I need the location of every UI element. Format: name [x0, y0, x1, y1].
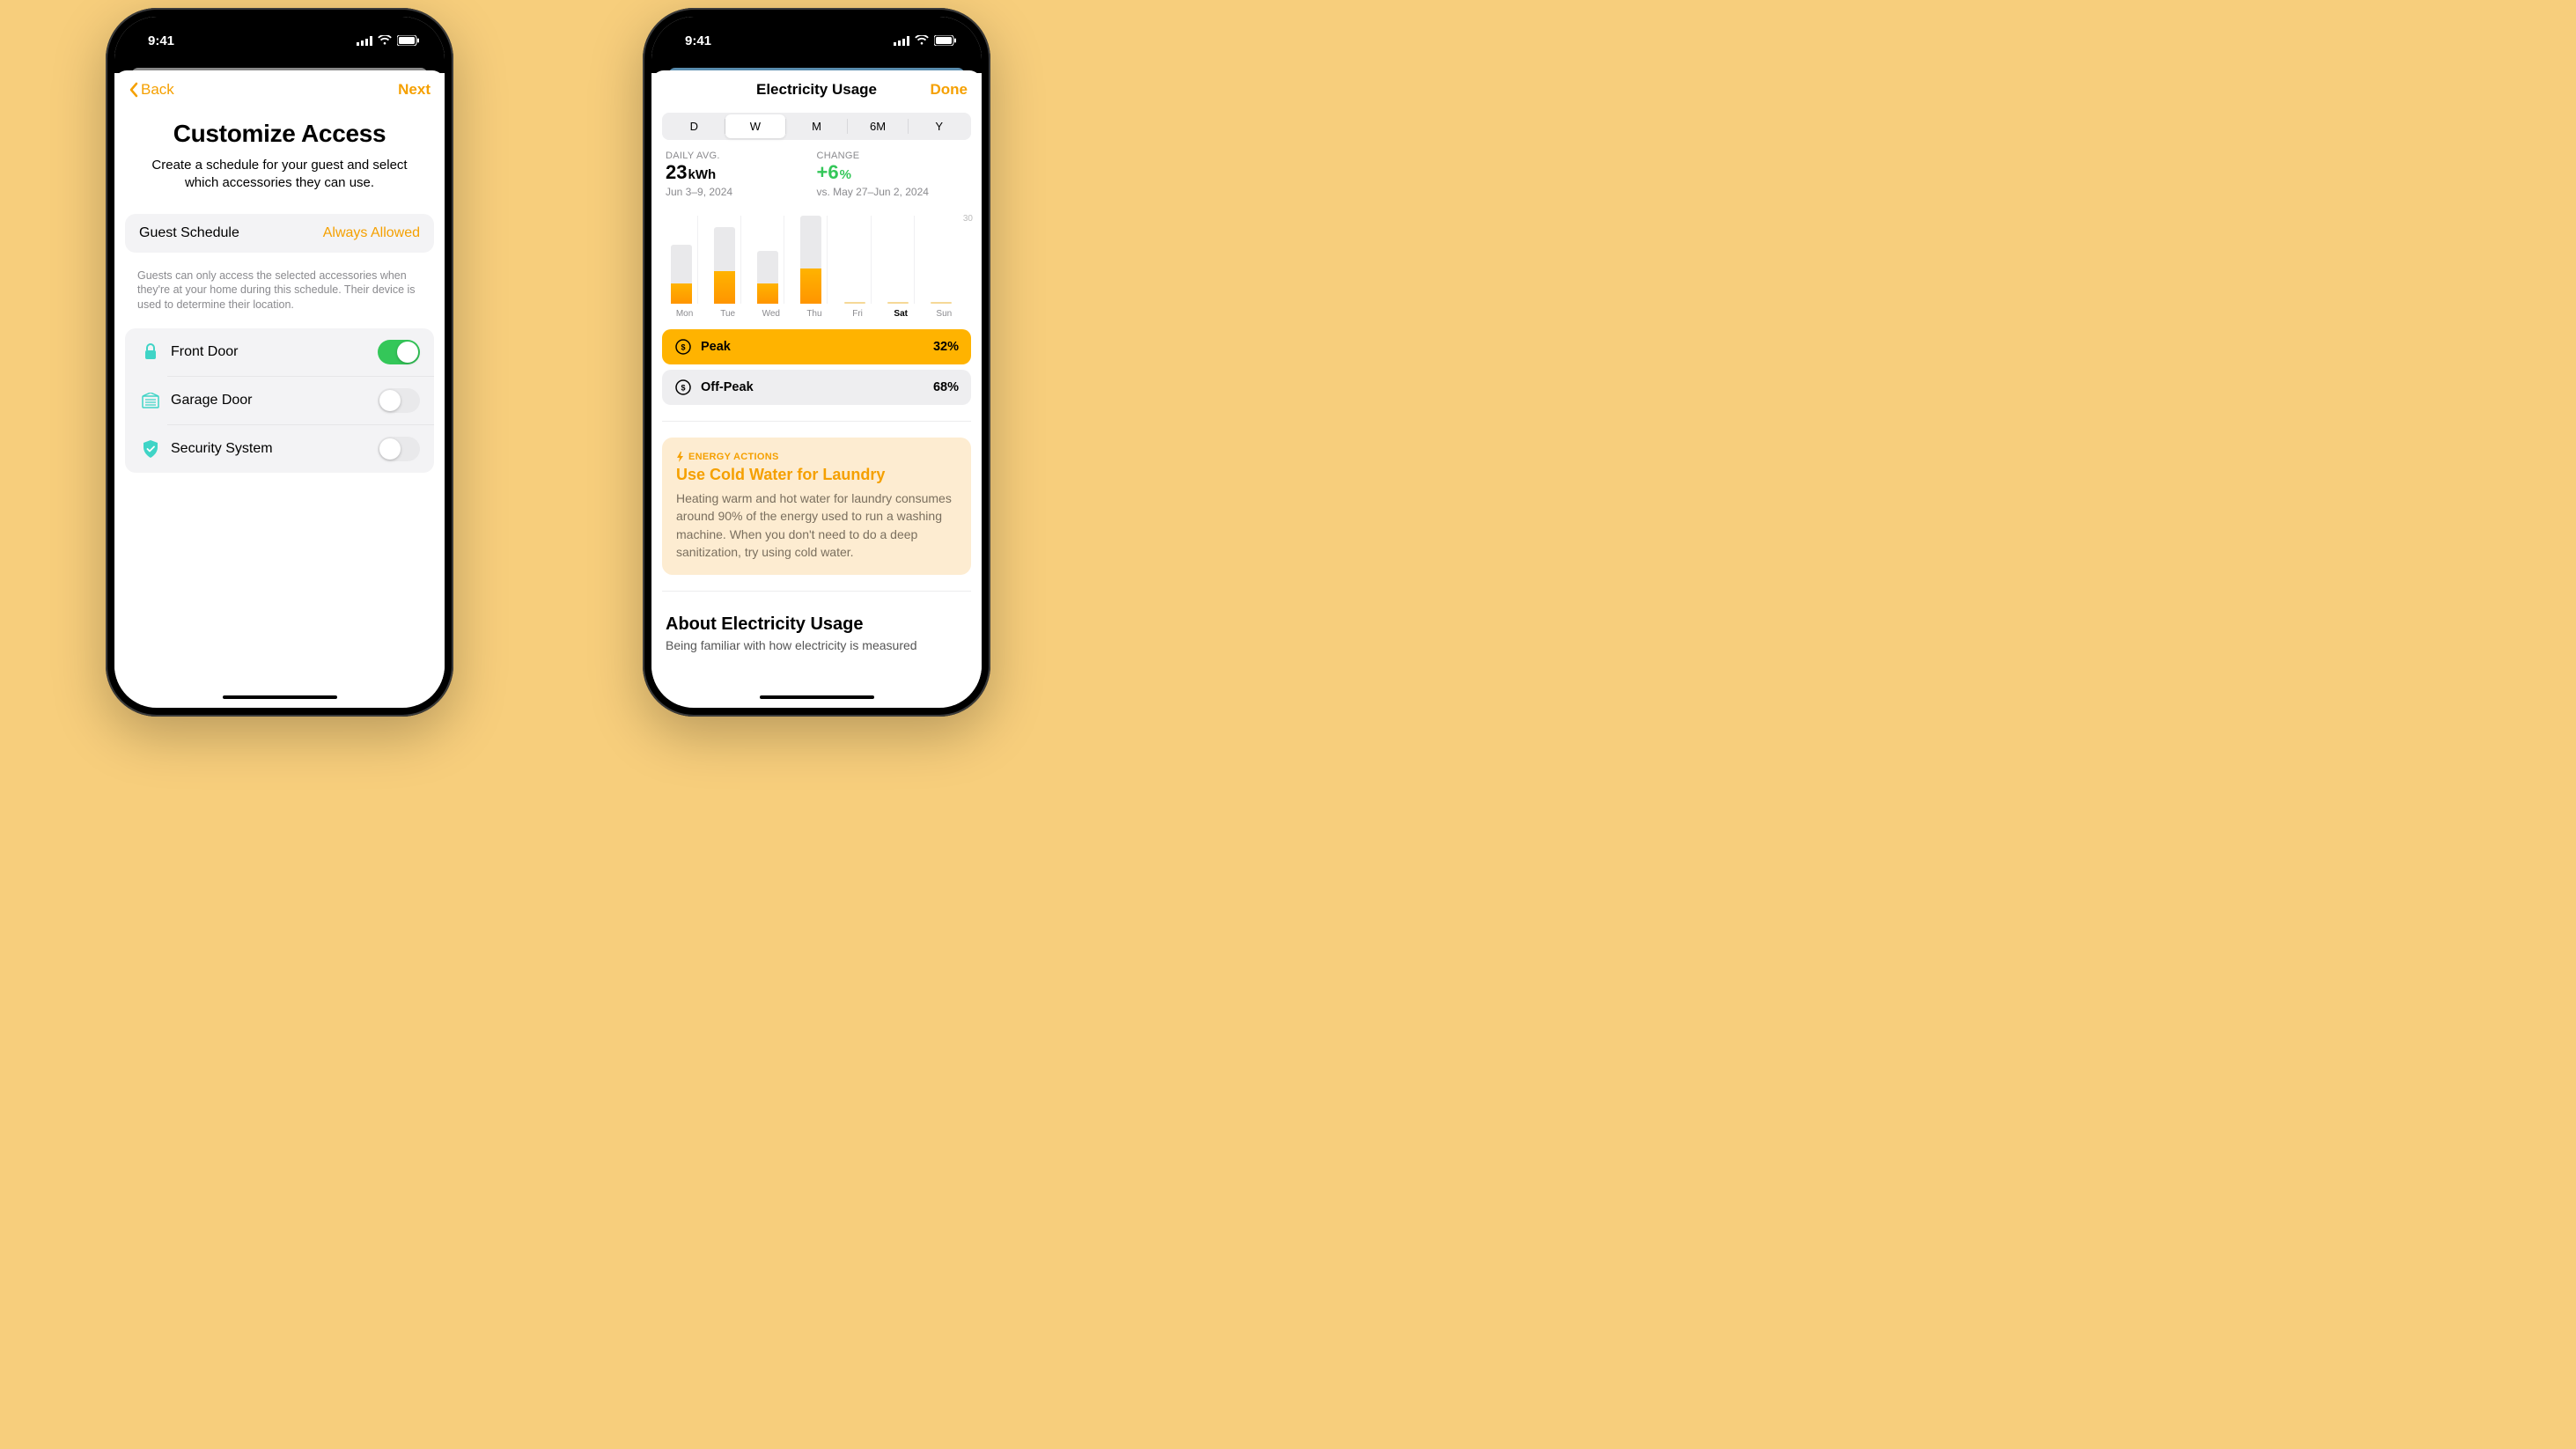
usage-chart[interactable]: Mon Tue Wed Thu Fri Sat Sun 30 [651, 205, 982, 324]
bar-label: Thu [806, 309, 821, 319]
bar-sat[interactable]: Sat [882, 216, 920, 319]
change-stat: CHANGE +6% vs. May 27–Jun 2, 2024 [817, 151, 968, 198]
stat-caption: DAILY AVG. [666, 151, 817, 161]
bar-thu[interactable]: Thu [795, 216, 833, 319]
accessories-group: Front Door Garage Door Security System [125, 328, 434, 473]
stat-vs: vs. May 27–Jun 2, 2024 [817, 186, 968, 198]
stat-range: Jun 3–9, 2024 [666, 186, 817, 198]
segment-D[interactable]: D [664, 114, 725, 138]
segment-W[interactable]: W [725, 114, 786, 138]
accessory-row-security-system: Security System [125, 425, 434, 473]
home-indicator[interactable] [223, 695, 337, 700]
chevron-left-icon [129, 82, 139, 98]
guest-schedule-cell[interactable]: Guest Schedule Always Allowed [125, 214, 434, 253]
tip-kicker: ENERGY ACTIONS [676, 452, 957, 462]
sheet-content: Electricity Usage Done DWM6MY DAILY AVG.… [651, 70, 982, 705]
status-icons [357, 35, 420, 46]
garage-icon [139, 393, 162, 408]
legend-label: Peak [701, 340, 933, 354]
offpeak-meter-icon: $ [674, 379, 692, 396]
schedule-group: Guest Schedule Always Allowed [125, 214, 434, 253]
schedule-footnote: Guests can only access the selected acce… [114, 261, 445, 329]
time-range-segmented: DWM6MY [662, 113, 971, 140]
bar-label: Tue [720, 309, 735, 319]
battery-icon [934, 35, 957, 46]
legend-value: 32% [933, 340, 959, 354]
screen: 9:41 Electricity Usage Done DWM6MY DAILY… [651, 17, 982, 708]
daily-avg-stat: DAILY AVG. 23kWh Jun 3–9, 2024 [666, 151, 817, 198]
bar-label: Sun [936, 309, 952, 319]
stat-value: +6% [817, 161, 968, 184]
bar-label: Mon [676, 309, 693, 319]
bar-sun[interactable]: Sun [925, 216, 963, 319]
bar-label: Sat [894, 309, 908, 319]
bar-fri[interactable]: Fri [839, 216, 877, 319]
cellular-icon [357, 36, 372, 46]
back-button[interactable]: Back [129, 81, 174, 99]
accessory-row-garage-door: Garage Door [125, 377, 434, 424]
accessory-label: Front Door [171, 344, 378, 360]
segment-6M[interactable]: 6M [848, 114, 909, 138]
legend-offpeak[interactable]: $ Off-Peak 68% [662, 370, 971, 405]
nav-bar: Electricity Usage Done [651, 70, 982, 106]
phone-customize-access: 9:41 Back Next Customize Access Create a… [106, 8, 453, 717]
svg-text:$: $ [681, 384, 685, 393]
phone-electricity-usage: 9:41 Electricity Usage Done DWM6MY DAILY… [643, 8, 990, 717]
schedule-value: Always Allowed [323, 225, 420, 241]
y-axis-max: 30 [963, 212, 973, 319]
home-indicator[interactable] [760, 695, 874, 700]
peak-meter-icon: $ [674, 338, 692, 356]
wifi-icon [378, 35, 392, 46]
divider [662, 421, 971, 422]
accessory-toggle[interactable] [378, 437, 420, 461]
nav-bar: Back Next [114, 70, 445, 106]
about-body: Being familiar with how electricity is m… [651, 638, 982, 652]
status-icons [894, 35, 957, 46]
back-label: Back [141, 81, 174, 99]
page-subtitle: Create a schedule for your guest and sel… [114, 157, 445, 214]
legend-value: 68% [933, 380, 959, 394]
accessory-label: Security System [171, 441, 378, 457]
energy-tip-card[interactable]: ENERGY ACTIONS Use Cold Water for Laundr… [662, 438, 971, 575]
wifi-icon [915, 35, 929, 46]
schedule-label: Guest Schedule [139, 225, 323, 241]
segment-M[interactable]: M [786, 114, 847, 138]
about-title: About Electricity Usage [651, 607, 982, 638]
divider [662, 591, 971, 592]
dynamic-island [227, 18, 333, 48]
legend-label: Off-Peak [701, 380, 933, 394]
stats-row: DAILY AVG. 23kWh Jun 3–9, 2024 CHANGE +6… [651, 151, 982, 205]
next-button[interactable]: Next [398, 81, 431, 99]
page-title: Customize Access [132, 120, 427, 148]
accessory-label: Garage Door [171, 393, 378, 408]
cellular-icon [894, 36, 909, 46]
bar-mon[interactable]: Mon [666, 216, 703, 319]
tip-title: Use Cold Water for Laundry [676, 466, 957, 484]
stat-caption: CHANGE [817, 151, 968, 161]
bolt-icon [676, 452, 685, 462]
status-time: 9:41 [685, 33, 711, 48]
bar-label: Fri [852, 309, 863, 319]
bar-tue[interactable]: Tue [709, 216, 747, 319]
accessory-toggle[interactable] [378, 340, 420, 364]
sheet-content: Back Next Customize Access Create a sche… [114, 70, 445, 705]
shield-icon [139, 440, 162, 458]
battery-icon [397, 35, 420, 46]
bar-label: Wed [762, 309, 780, 319]
screen: 9:41 Back Next Customize Access Create a… [114, 17, 445, 708]
tip-body: Heating warm and hot water for laundry c… [676, 489, 957, 561]
done-button[interactable]: Done [931, 81, 968, 99]
accessory-row-front-door: Front Door [125, 328, 434, 376]
segment-Y[interactable]: Y [909, 114, 969, 138]
bar-wed[interactable]: Wed [752, 216, 790, 319]
svg-text:$: $ [681, 343, 685, 352]
accessory-toggle[interactable] [378, 388, 420, 413]
stat-value: 23kWh [666, 161, 817, 184]
dynamic-island [764, 18, 870, 48]
lock-icon [139, 343, 162, 361]
status-time: 9:41 [148, 33, 174, 48]
legend-peak[interactable]: $ Peak 32% [662, 329, 971, 364]
